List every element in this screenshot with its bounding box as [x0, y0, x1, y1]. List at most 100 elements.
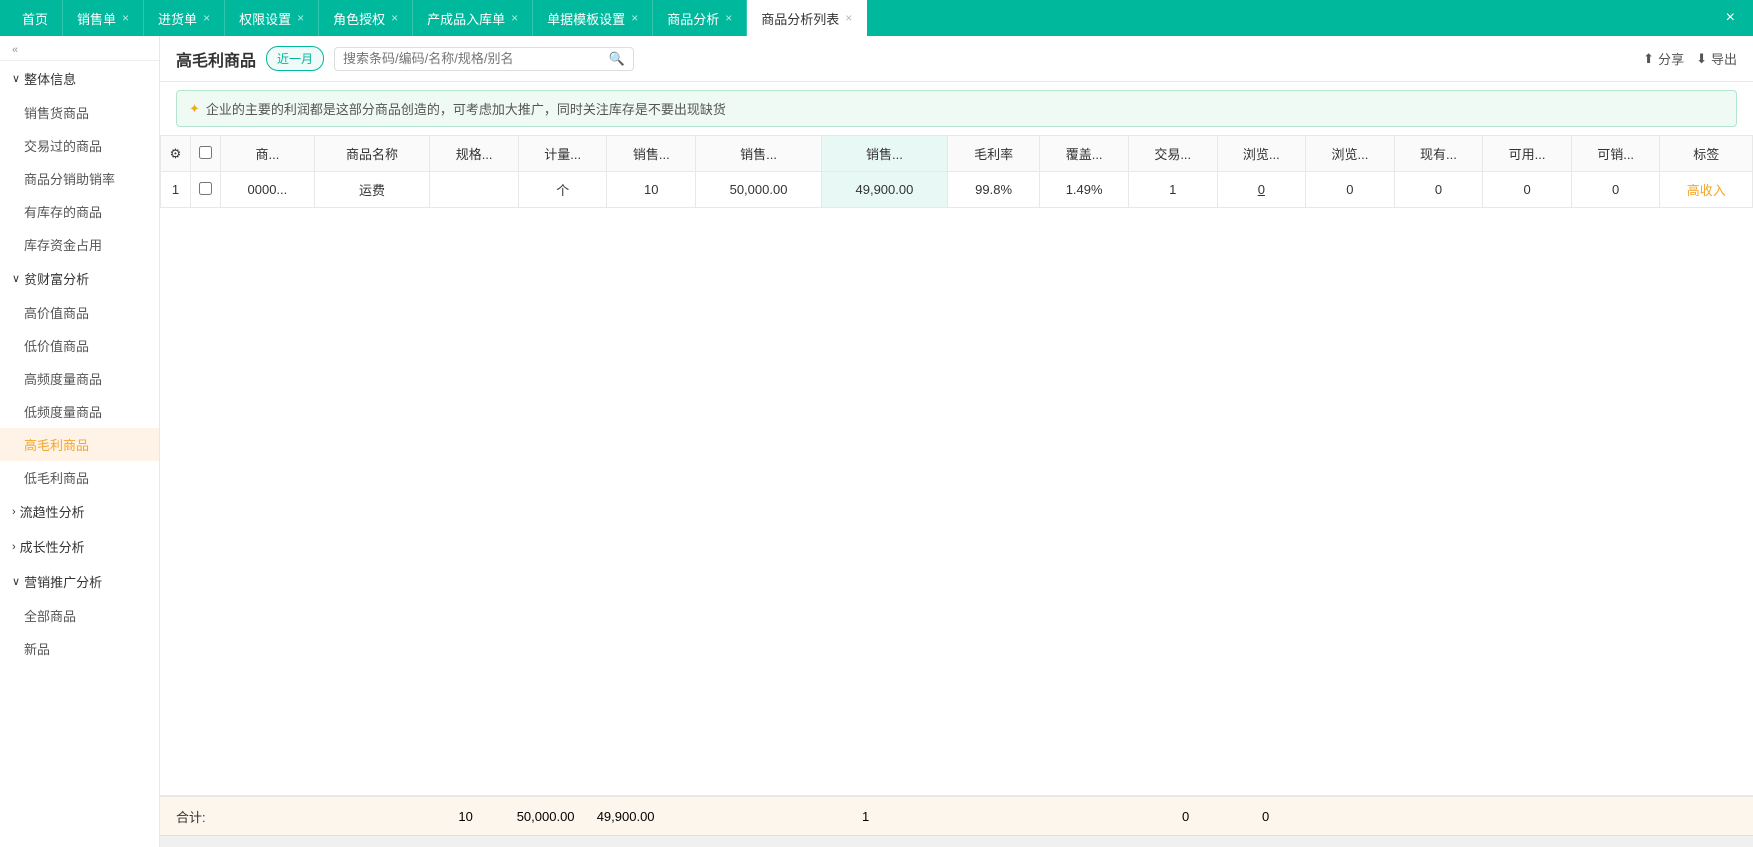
close-product-analysis-tab[interactable]: × [725, 11, 732, 25]
nav-item-product-entry[interactable]: 产成品入库单 × [413, 0, 533, 36]
row-profit-rate: 99.8% [947, 172, 1039, 208]
sidebar-group-growth[interactable]: › 成长性分析 [0, 529, 159, 564]
select-all-checkbox[interactable] [199, 146, 212, 159]
arrow-icon-3: › [12, 506, 16, 518]
close-product-entry-tab[interactable]: × [511, 11, 518, 25]
row-sales-amount: 50,000.00 [696, 172, 822, 208]
footer-available: 0 [1146, 809, 1226, 824]
sidebar-collapse-btn[interactable]: « [12, 44, 18, 56]
th-saleable[interactable]: 可销... [1571, 136, 1660, 172]
sidebar-item-high-freq[interactable]: 高频度量商品 [0, 362, 159, 395]
arrow-icon-2: ∨ [12, 272, 20, 285]
th-sales-amount[interactable]: 销售... [696, 136, 822, 172]
sidebar-item-goods-analysis-assist[interactable]: 商品分销助销率 [0, 162, 159, 195]
close-all-tabs-button[interactable]: × [1716, 9, 1745, 27]
th-unit[interactable]: 计量... [518, 136, 607, 172]
sidebar-group-wealth[interactable]: ∨ 贫财富分析 [0, 261, 159, 296]
th-tag[interactable]: 标签 [1660, 136, 1753, 172]
row-unit: 个 [518, 172, 607, 208]
sidebar-item-new-goods[interactable]: 新品 [0, 632, 159, 665]
th-code[interactable]: 商... [221, 136, 315, 172]
footer-label: 合计: [176, 807, 206, 826]
sidebar-item-sales-goods[interactable]: 销售货商品 [0, 96, 159, 129]
share-icon: ⬆ [1643, 51, 1654, 67]
nav-item-product-analysis-list[interactable]: 商品分析列表 × [747, 0, 867, 36]
footer-total: 合计: 10 50,000.00 49,900.00 1 0 0 [160, 795, 1753, 835]
content-title: 高毛利商品 [176, 47, 256, 71]
nav-item-permission-settings[interactable]: 权限设置 × [225, 0, 319, 36]
th-sales-qty[interactable]: 销售... [607, 136, 696, 172]
share-button[interactable]: ⬆ 分享 [1643, 49, 1684, 68]
th-sales-profit[interactable]: 销售... [821, 136, 947, 172]
sidebar-item-traded-goods[interactable]: 交易过的商品 [0, 129, 159, 162]
th-trade[interactable]: 交易... [1128, 136, 1217, 172]
sidebar: « ∨ 整体信息 销售货商品 交易过的商品 商品分销助销率 有库存的商品 库存资… [0, 36, 160, 847]
th-coverage[interactable]: 覆盖... [1040, 136, 1129, 172]
sidebar-item-stock-capital[interactable]: 库存资金占用 [0, 228, 159, 261]
footer-empty [226, 809, 426, 824]
horizontal-scrollbar[interactable] [160, 835, 1753, 847]
th-browse2[interactable]: 浏览... [1306, 136, 1395, 172]
row-sales-profit: 49,900.00 [821, 172, 947, 208]
sidebar-item-goods-in-stock[interactable]: 有库存的商品 [0, 195, 159, 228]
row-browse1[interactable]: 0 [1217, 172, 1306, 208]
content-area: 高毛利商品 近一月 🔍 ⬆ 分享 ⬇ 导出 ✦ 企业的主要的利润都是这部分商品创… [160, 36, 1753, 847]
sidebar-group-trend[interactable]: › 流趋性分析 [0, 494, 159, 529]
th-available[interactable]: 可用... [1483, 136, 1572, 172]
sidebar-item-low-freq[interactable]: 低频度量商品 [0, 395, 159, 428]
row-trade: 1 [1128, 172, 1217, 208]
close-product-analysis-list-tab[interactable]: × [845, 11, 852, 25]
row-check[interactable] [191, 172, 221, 208]
arrow-icon-4: › [12, 541, 16, 553]
nav-item-product-analysis[interactable]: 商品分析 × [653, 0, 747, 36]
th-spec[interactable]: 规格... [430, 136, 519, 172]
nav-item-purchase[interactable]: 进货单 × [144, 0, 225, 36]
row-coverage: 1.49% [1040, 172, 1129, 208]
sidebar-group-marketing-items: 全部商品 新品 [0, 599, 159, 665]
th-current[interactable]: 现有... [1394, 136, 1483, 172]
row-available: 0 [1483, 172, 1572, 208]
export-icon: ⬇ [1696, 51, 1707, 67]
sidebar-item-high-value[interactable]: 高价值商品 [0, 296, 159, 329]
search-icon[interactable]: 🔍 [609, 51, 625, 67]
th-browse1[interactable]: 浏览... [1217, 136, 1306, 172]
th-settings[interactable]: ⚙ [161, 136, 191, 172]
sidebar-group-wealth-items: 高价值商品 低价值商品 高频度量商品 低频度量商品 高毛利商品 低毛利商品 [0, 296, 159, 494]
row-no: 1 [161, 172, 191, 208]
footer-sales-qty: 10 [426, 809, 506, 824]
sidebar-item-all-goods[interactable]: 全部商品 [0, 599, 159, 632]
search-box: 🔍 [334, 47, 634, 71]
row-saleable: 0 [1571, 172, 1660, 208]
row-code[interactable]: 0000... [221, 172, 315, 208]
close-template-settings-tab[interactable]: × [631, 11, 638, 25]
sidebar-item-high-profit[interactable]: 高毛利商品 [0, 428, 159, 461]
sidebar-group-overall[interactable]: ∨ 整体信息 [0, 61, 159, 96]
nav-item-sales[interactable]: 销售单 × [63, 0, 144, 36]
row-tag: 高收入 [1660, 172, 1753, 208]
export-button[interactable]: ⬇ 导出 [1696, 49, 1737, 68]
row-checkbox[interactable] [199, 182, 212, 195]
th-name[interactable]: 商品名称 [314, 136, 430, 172]
table-container[interactable]: ⚙ 商... 商品名称 规格... [160, 135, 1753, 795]
th-profit-rate[interactable]: 毛利率 [947, 136, 1039, 172]
close-purchase-tab[interactable]: × [203, 11, 210, 25]
footer-empty3 [746, 809, 826, 824]
header-actions: ⬆ 分享 ⬇ 导出 [1643, 49, 1737, 68]
close-permission-settings-tab[interactable]: × [297, 11, 304, 25]
sidebar-item-low-profit[interactable]: 低毛利商品 [0, 461, 159, 494]
search-input[interactable] [343, 51, 609, 66]
footer-values: 10 50,000.00 49,900.00 1 0 0 [226, 809, 1737, 824]
nav-item-template-settings[interactable]: 单据模板设置 × [533, 0, 653, 36]
row-browse2: 0 [1306, 172, 1395, 208]
footer-sales-profit: 49,900.00 [586, 809, 666, 824]
row-sales-qty: 10 [607, 172, 696, 208]
nav-item-role-permission[interactable]: 角色授权 × [319, 0, 413, 36]
close-role-permission-tab[interactable]: × [391, 11, 398, 25]
row-spec [430, 172, 519, 208]
sidebar-group-marketing[interactable]: ∨ 营销推广分析 [0, 564, 159, 599]
close-sales-tab[interactable]: × [122, 11, 129, 25]
th-check[interactable] [191, 136, 221, 172]
nav-item-home[interactable]: 首页 [8, 0, 63, 36]
filter-period-button[interactable]: 近一月 [266, 46, 324, 71]
sidebar-item-low-value[interactable]: 低价值商品 [0, 329, 159, 362]
